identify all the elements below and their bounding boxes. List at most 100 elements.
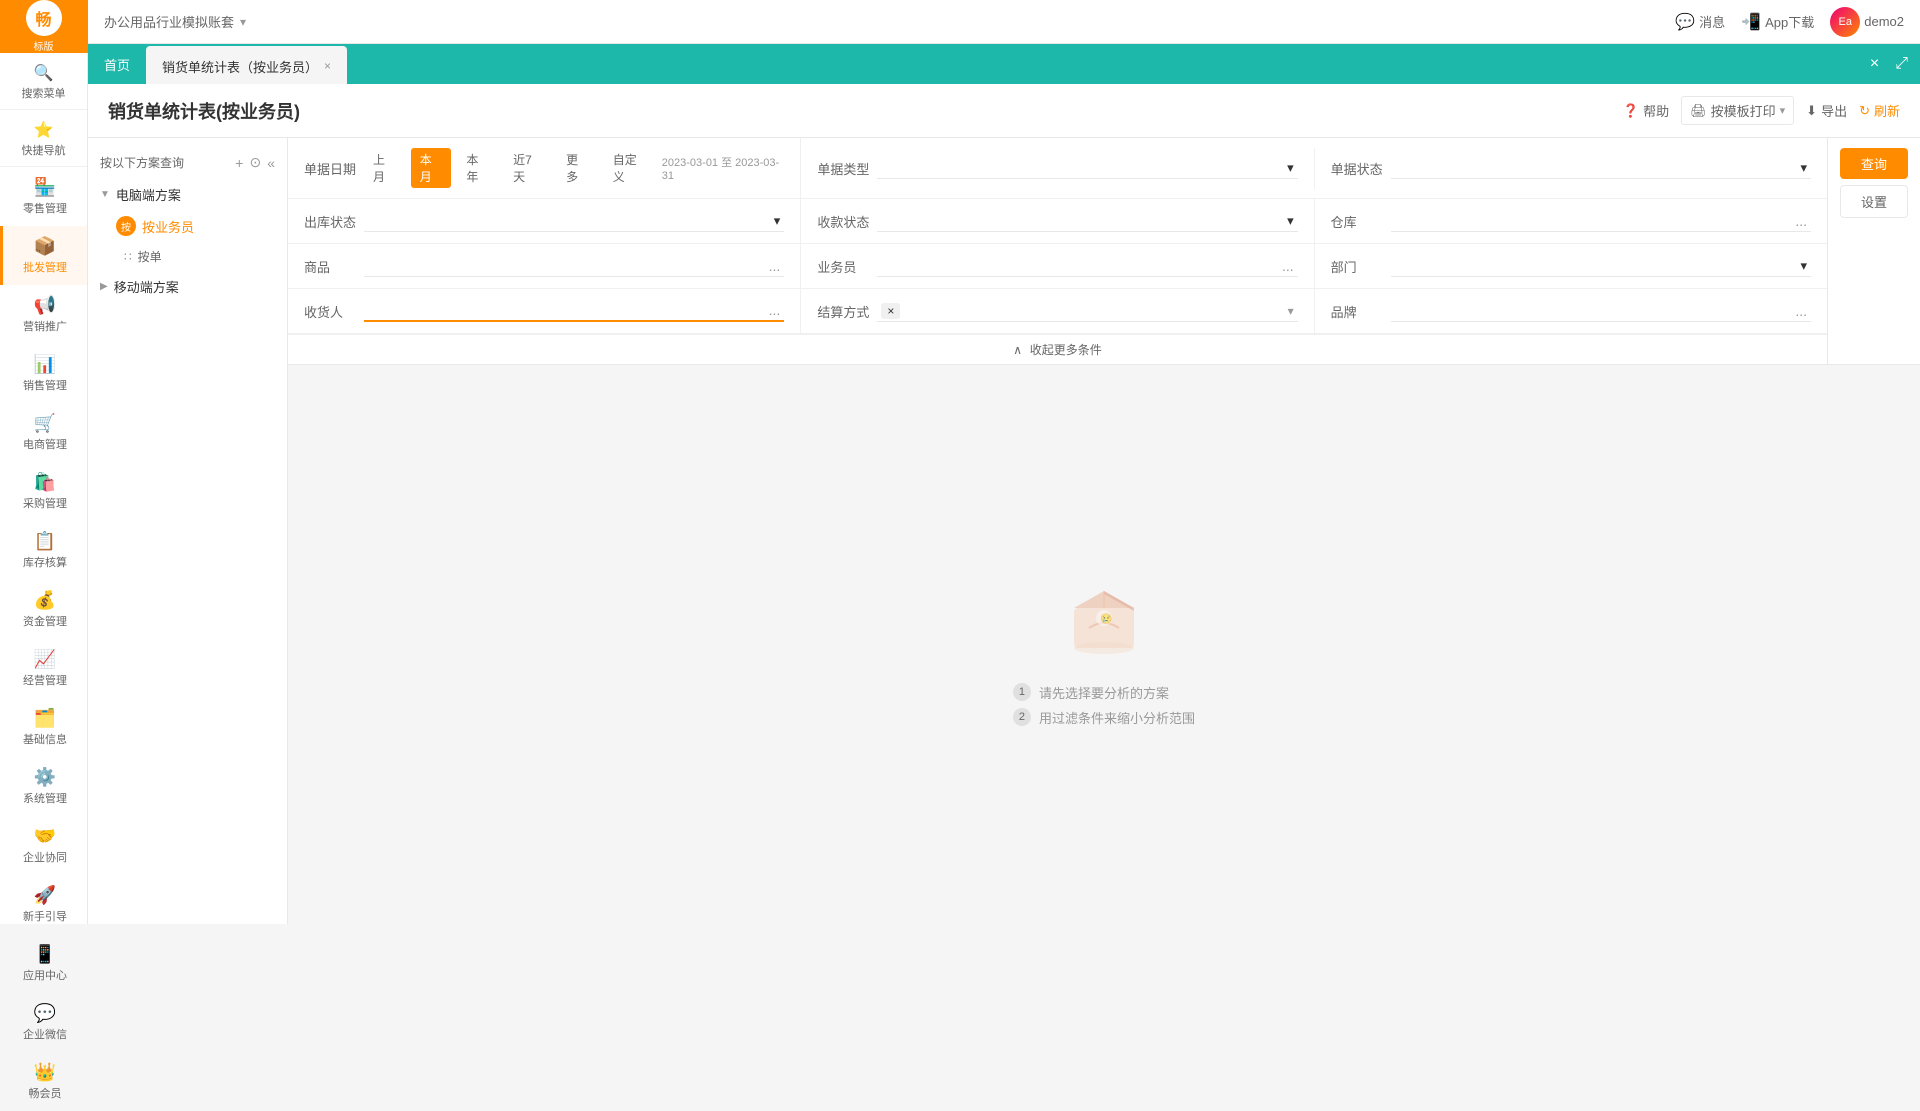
message-label: 消息: [1699, 12, 1725, 31]
date-last-month-btn[interactable]: 上月: [364, 148, 405, 188]
goods-dots[interactable]: ...: [769, 258, 781, 274]
settlement-input-area[interactable]: × ▾: [877, 301, 1297, 322]
warehouse-input-area[interactable]: ...: [1391, 211, 1811, 232]
sidebar-item-basic[interactable]: 🗂️ 基础信息: [0, 698, 87, 757]
scheme-section: ▼ 电脑端方案 按 按业务员 ∷ 按单: [88, 179, 287, 302]
username-label: demo2: [1864, 14, 1904, 29]
tab-close-btn[interactable]: ×: [324, 59, 331, 73]
filter-row-4: 收货人 ... 结算方式 ×: [288, 289, 1827, 334]
out-status-select[interactable]: ▾: [364, 211, 784, 232]
sidebar-item-inventory[interactable]: 📋 库存核算: [0, 521, 87, 580]
scheme-sub-item-order[interactable]: ∷ 按单: [88, 242, 287, 271]
apps-icon: 📱: [34, 944, 56, 965]
wholesale-icon: 📦: [34, 236, 56, 257]
sidebar-ecommerce-label: 电商管理: [23, 436, 67, 452]
collapse-bar[interactable]: ∧ 收起更多条件: [288, 334, 1827, 364]
sidebar-item-search[interactable]: 🔍 搜索菜单: [0, 53, 87, 110]
filter-cell-docstatus: 单据状态 ▾: [1315, 148, 1827, 189]
topbar-user-btn[interactable]: Ea demo2: [1830, 7, 1904, 37]
receipt-status-label: 收款状态: [817, 212, 877, 231]
avatar: Ea: [1830, 7, 1860, 37]
ecommerce-icon: 🛒: [34, 413, 56, 434]
content-body: 按以下方案查询 + ⊙ « ▼ 电脑端方案 按: [88, 138, 1920, 924]
sidebar-item-marketing[interactable]: 📢 营销推广: [0, 285, 87, 344]
refresh-icon: ↻: [1859, 103, 1870, 119]
circle-scheme-icon[interactable]: ⊙: [249, 154, 261, 171]
print-btn[interactable]: 🖨 按模板打印 ▾: [1681, 96, 1794, 125]
doc-type-select[interactable]: ▾: [877, 158, 1297, 179]
doc-type-label: 单据类型: [817, 159, 877, 178]
message-icon: 💬: [1675, 12, 1695, 32]
date-this-month-btn[interactable]: 本月: [411, 148, 452, 188]
department-arrow-icon: ▾: [1800, 258, 1807, 274]
sidebar-item-sales[interactable]: 📊 销售管理: [0, 344, 87, 403]
settlement-tag-close[interactable]: ×: [887, 304, 894, 318]
goods-input-area[interactable]: ...: [364, 256, 784, 277]
tab-active-label: 销货单统计表（按业务员）: [162, 57, 318, 76]
sidebar-item-newbie[interactable]: 🚀 新手引导: [0, 875, 87, 934]
sidebar-purchase-label: 采购管理: [23, 495, 67, 511]
add-scheme-icon[interactable]: +: [235, 155, 243, 171]
scheme-item-salesperson[interactable]: 按 按业务员: [88, 210, 287, 242]
scheme-sub-order-label: 按单: [138, 248, 162, 265]
brand-dots[interactable]: ...: [1795, 303, 1807, 319]
salesperson-dots[interactable]: ...: [1282, 258, 1294, 274]
empty-tip-1: 1 请先选择要分析的方案: [1013, 683, 1195, 702]
collapse-panel-icon[interactable]: «: [267, 155, 275, 171]
date-last7-btn[interactable]: 近7天: [504, 148, 551, 188]
scheme-group-collapse-icon: ▼: [100, 189, 110, 200]
sidebar-item-enterprise[interactable]: 🤝 企业协同: [0, 816, 87, 875]
query-btn[interactable]: 查询: [1840, 148, 1908, 179]
export-btn[interactable]: ⬇ 导出: [1806, 101, 1847, 120]
left-panel: 按以下方案查询 + ⊙ « ▼ 电脑端方案 按: [88, 138, 288, 924]
sidebar-item-wholesale[interactable]: 📦 批发管理: [0, 226, 87, 285]
doc-status-select[interactable]: ▾: [1391, 158, 1811, 179]
date-more-btn[interactable]: 更多: [557, 148, 598, 188]
receipt-status-select[interactable]: ▾: [877, 211, 1297, 232]
sidebar-item-system[interactable]: ⚙️ 系统管理: [0, 757, 87, 816]
topbar-message-btn[interactable]: 💬 消息: [1675, 12, 1725, 32]
refresh-btn[interactable]: ↻ 刷新: [1859, 101, 1900, 120]
sidebar-item-apps[interactable]: 📱 应用中心: [0, 934, 87, 993]
sidebar-item-member[interactable]: 👑 畅会员: [0, 1052, 87, 1111]
query-buttons: 查询 设置: [1827, 138, 1920, 364]
date-custom-btn[interactable]: 自定义: [604, 148, 656, 188]
operation-icon: 📈: [34, 649, 56, 670]
sidebar-wholesale-label: 批发管理: [23, 259, 67, 275]
settings-btn[interactable]: 设置: [1840, 185, 1908, 218]
salesperson-label: 业务员: [817, 257, 877, 276]
scheme-group-desktop-header[interactable]: ▼ 电脑端方案: [88, 179, 287, 210]
tab-window-close-icon[interactable]: ×: [1866, 51, 1883, 77]
sidebar-item-retail[interactable]: 🏪 零售管理: [0, 167, 87, 226]
consignee-input-area[interactable]: ...: [364, 300, 784, 322]
tab-home[interactable]: 首页: [88, 44, 146, 84]
breadcrumb-dropdown[interactable]: ▾: [240, 15, 246, 29]
topbar-appdownload-btn[interactable]: 📲 App下载: [1741, 12, 1814, 32]
newbie-icon: 🚀: [34, 885, 56, 906]
inventory-icon: 📋: [34, 531, 56, 552]
consignee-dots[interactable]: ...: [769, 302, 781, 318]
salesperson-input-area[interactable]: ...: [877, 256, 1297, 277]
tab-active[interactable]: 销货单统计表（按业务员） ×: [146, 46, 347, 86]
department-select[interactable]: ▾: [1391, 256, 1811, 277]
brand-input-area[interactable]: ...: [1391, 301, 1811, 322]
sidebar-item-finance[interactable]: 💰 资金管理: [0, 580, 87, 639]
tab-window-expand-icon[interactable]: ⤢: [1891, 51, 1912, 77]
help-btn[interactable]: ❓ 帮助: [1623, 101, 1669, 120]
filter-cell-goods: 商品 ...: [288, 244, 801, 288]
receipt-status-arrow-icon: ▾: [1287, 213, 1294, 229]
sidebar-item-quick-nav[interactable]: ⭐ 快捷导航: [0, 110, 87, 167]
sidebar-item-wechat[interactable]: 💬 企业微信: [0, 993, 87, 1052]
sidebar-item-operation[interactable]: 📈 经营管理: [0, 639, 87, 698]
filter-cell-brand: 品牌 ...: [1315, 289, 1827, 333]
content-area: 销货单统计表(按业务员) ❓ 帮助 🖨 按模板打印 ▾ ⬇ 导出 ↻ 刷新: [88, 84, 1920, 924]
sales-icon: 📊: [34, 354, 56, 375]
filter-cell-settlement: 结算方式 × ▾: [801, 289, 1314, 333]
sidebar-item-purchase[interactable]: 🛍️ 采购管理: [0, 462, 87, 521]
scheme-group-mobile-header[interactable]: ▶ 移动端方案: [88, 271, 287, 302]
goods-label: 商品: [304, 257, 364, 276]
warehouse-dots[interactable]: ...: [1795, 213, 1807, 229]
help-icon: ❓: [1623, 103, 1639, 119]
sidebar-item-ecommerce[interactable]: 🛒 电商管理: [0, 403, 87, 462]
date-this-year-btn[interactable]: 本年: [457, 148, 498, 188]
